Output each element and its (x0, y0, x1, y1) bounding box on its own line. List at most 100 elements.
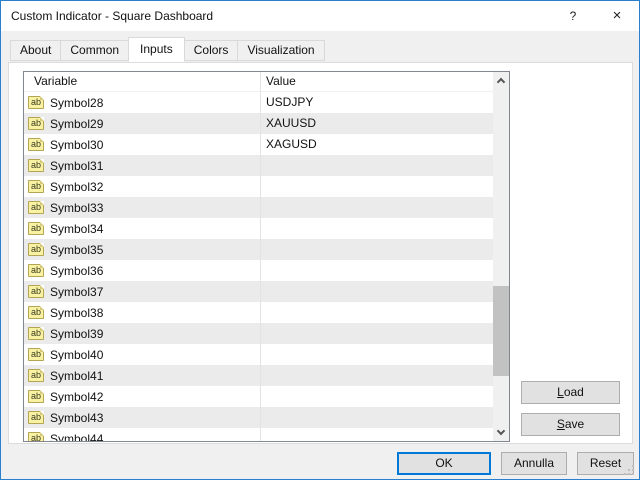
table-row[interactable]: ab Symbol38 (24, 302, 493, 323)
vertical-scrollbar[interactable] (493, 72, 509, 441)
variable-cell: ab Symbol43 (24, 407, 261, 428)
string-param-icon: ab (28, 285, 44, 298)
variable-cell: ab Symbol35 (24, 239, 261, 260)
value-cell[interactable] (261, 239, 493, 260)
save-button-accelerator: S (556, 417, 565, 431)
table-row[interactable]: ab Symbol35 (24, 239, 493, 260)
table-row[interactable]: ab Symbol29 XAUUSD (24, 113, 493, 134)
value-cell[interactable]: XAGUSD (261, 134, 493, 155)
scrollbar-thumb[interactable] (493, 286, 509, 376)
variable-name: Symbol32 (50, 179, 104, 194)
string-param-icon: ab (28, 327, 44, 340)
tab-strip: About Common Inputs Colors Visualization (10, 37, 325, 62)
string-param-icon: ab (28, 369, 44, 382)
resize-grip-icon[interactable] (622, 463, 634, 475)
table-row[interactable]: ab Symbol37 (24, 281, 493, 302)
table-row[interactable]: ab Symbol32 (24, 176, 493, 197)
string-param-icon: ab (28, 96, 44, 109)
value-cell[interactable] (261, 365, 493, 386)
variable-name: Symbol33 (50, 200, 104, 215)
variable-cell: ab Symbol39 (24, 323, 261, 344)
inputs-table: Variable Value ab Symbol28 USDJPY ab Symbo… (23, 71, 510, 442)
string-param-icon: ab (28, 306, 44, 319)
save-button-label: ave (564, 417, 585, 431)
variable-name: Symbol43 (50, 410, 104, 425)
table-row[interactable]: ab Symbol42 (24, 386, 493, 407)
value-cell[interactable] (261, 218, 493, 239)
variable-cell: ab Symbol44 (24, 428, 261, 441)
table-row[interactable]: ab Symbol33 (24, 197, 493, 218)
table-row[interactable]: ab Symbol34 (24, 218, 493, 239)
load-button-label: oad (563, 385, 584, 399)
value-cell[interactable] (261, 155, 493, 176)
string-param-icon: ab (28, 159, 44, 172)
variable-name: Symbol41 (50, 368, 104, 383)
string-param-icon: ab (28, 264, 44, 277)
dialog-window: Custom Indicator - Square Dashboard ? × … (0, 0, 640, 480)
variable-cell: ab Symbol28 (24, 92, 261, 113)
cancel-button[interactable]: Annulla (501, 452, 567, 475)
variable-name: Symbol28 (50, 95, 104, 110)
table-row[interactable]: ab Symbol28 USDJPY (24, 92, 493, 113)
scroll-up-button[interactable] (493, 72, 509, 89)
table-row[interactable]: ab Symbol30 XAGUSD (24, 134, 493, 155)
variable-cell: ab Symbol34 (24, 218, 261, 239)
variable-cell: ab Symbol40 (24, 344, 261, 365)
load-button-accelerator: L (557, 385, 564, 399)
variable-cell: ab Symbol32 (24, 176, 261, 197)
value-cell[interactable] (261, 407, 493, 428)
table-row[interactable]: ab Symbol41 (24, 365, 493, 386)
string-param-icon: ab (28, 432, 44, 441)
value-cell[interactable]: XAUUSD (261, 113, 493, 134)
variable-cell: ab Symbol33 (24, 197, 261, 218)
value-cell[interactable] (261, 197, 493, 218)
value-cell[interactable] (261, 428, 493, 441)
table-row[interactable]: ab Symbol36 (24, 260, 493, 281)
variable-name: Symbol42 (50, 389, 104, 404)
chevron-up-icon (496, 77, 506, 87)
value-cell[interactable] (261, 302, 493, 323)
table-row[interactable]: ab Symbol40 (24, 344, 493, 365)
value-cell[interactable] (261, 344, 493, 365)
help-icon[interactable]: ? (551, 1, 595, 31)
table-row[interactable]: ab Symbol39 (24, 323, 493, 344)
variable-name: Symbol34 (50, 221, 104, 236)
string-param-icon: ab (28, 138, 44, 151)
value-cell[interactable] (261, 386, 493, 407)
table-body: ab Symbol28 USDJPY ab Symbol29 XAUUSD ab Sy… (24, 92, 493, 441)
value-cell[interactable] (261, 281, 493, 302)
tab-visualization[interactable]: Visualization (237, 40, 325, 61)
save-button[interactable]: Save (521, 413, 620, 436)
variable-name: Symbol38 (50, 305, 104, 320)
string-param-icon: ab (28, 243, 44, 256)
string-param-icon: ab (28, 222, 44, 235)
load-button[interactable]: Load (521, 381, 620, 404)
table-row[interactable]: ab Symbol31 (24, 155, 493, 176)
variable-name: Symbol39 (50, 326, 104, 341)
window-title: Custom Indicator - Square Dashboard (11, 9, 214, 23)
chevron-down-icon (496, 426, 506, 436)
tab-about[interactable]: About (10, 40, 62, 61)
value-cell[interactable]: USDJPY (261, 92, 493, 113)
ok-button[interactable]: OK (397, 452, 491, 475)
close-icon[interactable]: × (595, 1, 639, 31)
table-row[interactable]: ab Symbol43 (24, 407, 493, 428)
table-row[interactable]: ab Symbol44 (24, 428, 493, 441)
scroll-down-button[interactable] (493, 424, 509, 441)
variable-name: Symbol37 (50, 284, 104, 299)
variable-cell: ab Symbol42 (24, 386, 261, 407)
variable-name: Symbol40 (50, 347, 104, 362)
variable-cell: ab Symbol30 (24, 134, 261, 155)
tab-inputs[interactable]: Inputs (128, 37, 185, 62)
string-param-icon: ab (28, 390, 44, 403)
variable-cell: ab Symbol31 (24, 155, 261, 176)
variable-name: Symbol29 (50, 116, 104, 131)
variable-name: Symbol44 (50, 431, 104, 442)
tab-common[interactable]: Common (60, 40, 130, 61)
string-param-icon: ab (28, 180, 44, 193)
variable-cell: ab Symbol37 (24, 281, 261, 302)
value-cell[interactable] (261, 176, 493, 197)
tab-colors[interactable]: Colors (183, 40, 239, 61)
value-cell[interactable] (261, 260, 493, 281)
value-cell[interactable] (261, 323, 493, 344)
